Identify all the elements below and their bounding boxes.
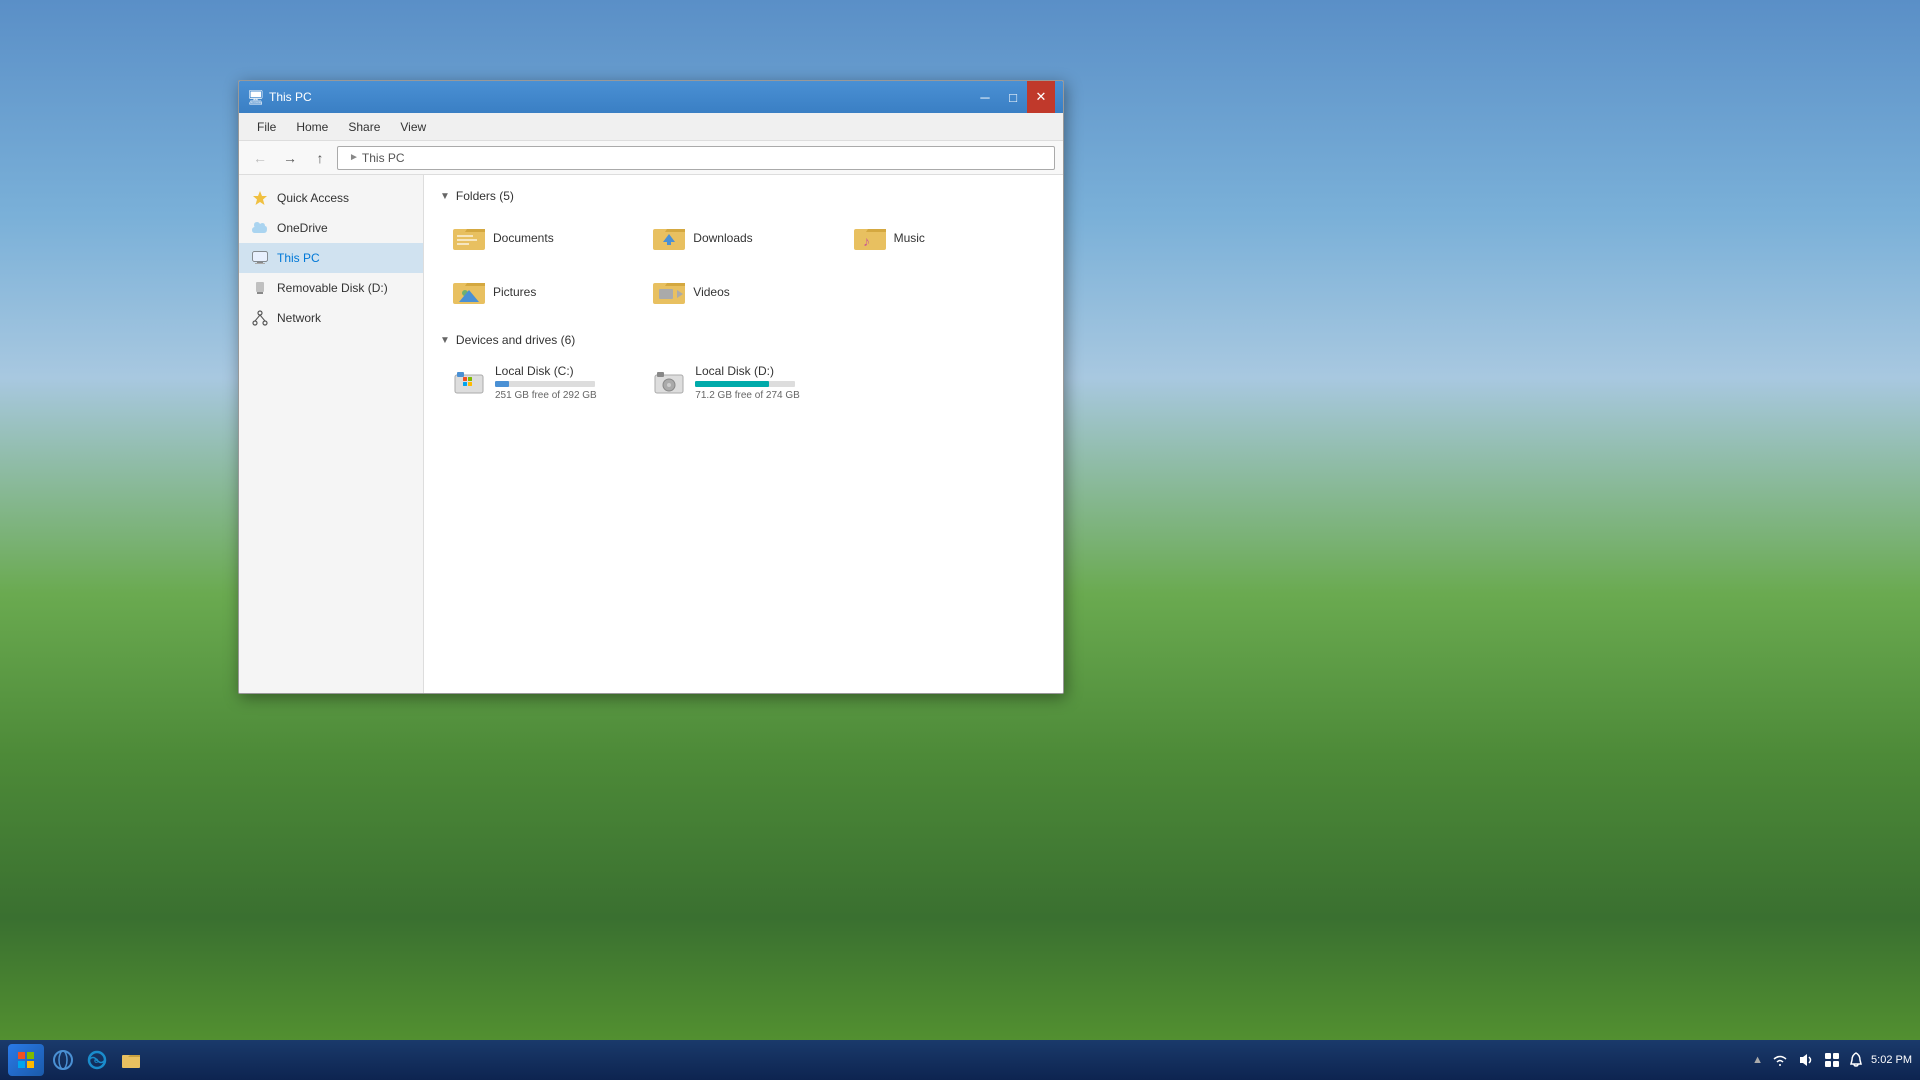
folders-section-header: ▼ Folders (5) bbox=[440, 189, 1047, 203]
folder-downloads[interactable]: Downloads bbox=[640, 213, 836, 263]
drive-d-info: Local Disk (D:) 71.2 GB free of 274 GB bbox=[695, 364, 800, 401]
drive-c-bar-wrap bbox=[495, 381, 595, 387]
drive-d-bar-wrap bbox=[695, 381, 795, 387]
up-button[interactable]: ↑ bbox=[307, 146, 333, 170]
drive-c-icon bbox=[451, 365, 487, 401]
videos-icon bbox=[651, 274, 687, 310]
sidebar-this-pc-label: This PC bbox=[277, 251, 320, 265]
pictures-icon bbox=[451, 274, 487, 310]
maximize-button[interactable]: □ bbox=[999, 81, 1027, 113]
documents-label: Documents bbox=[493, 231, 554, 245]
drives-grid: Local Disk (C:) 251 GB free of 292 GB bbox=[440, 357, 1047, 408]
taskbar: e ▲ 5:02 PM bbox=[0, 1040, 1920, 1080]
content-pane: ▼ Folders (5) Documents bbox=[424, 175, 1063, 693]
window-controls: ─ □ ✕ bbox=[971, 81, 1055, 113]
title-bar: 🖥 This PC ─ □ ✕ bbox=[239, 81, 1063, 113]
back-button[interactable]: ← bbox=[247, 146, 273, 170]
drive-c-space: 251 GB free of 292 GB bbox=[495, 390, 597, 401]
drives-section-title: Devices and drives (6) bbox=[456, 333, 575, 347]
folder-documents[interactable]: Documents bbox=[440, 213, 636, 263]
sidebar-item-quick-access[interactable]: Quick Access bbox=[239, 183, 423, 213]
drive-c-bar bbox=[495, 381, 509, 387]
sidebar-onedrive-label: OneDrive bbox=[277, 221, 328, 235]
minimize-button[interactable]: ─ bbox=[971, 81, 999, 113]
taskbar-clock[interactable]: 5:02 PM bbox=[1871, 1053, 1912, 1067]
monitor-icon bbox=[251, 249, 269, 267]
music-label: Music bbox=[894, 231, 925, 245]
taskbar-edge[interactable] bbox=[48, 1044, 78, 1076]
folder-grid: Documents Downloads bbox=[440, 213, 1047, 317]
tray-expand[interactable]: ▲ bbox=[1752, 1054, 1763, 1066]
volume-icon bbox=[1797, 1051, 1815, 1069]
sidebar-item-onedrive[interactable]: OneDrive bbox=[239, 213, 423, 243]
drive-c-name: Local Disk (C:) bbox=[495, 364, 597, 378]
file-explorer-window: 🖥 This PC ─ □ ✕ File Home Share View ← →… bbox=[238, 80, 1064, 694]
pictures-label: Pictures bbox=[493, 285, 536, 299]
downloads-label: Downloads bbox=[693, 231, 752, 245]
notification-icon bbox=[1849, 1051, 1863, 1069]
menu-view[interactable]: View bbox=[390, 116, 436, 138]
close-button[interactable]: ✕ bbox=[1027, 81, 1055, 113]
menu-home[interactable]: Home bbox=[286, 116, 338, 138]
sidebar-network-label: Network bbox=[277, 311, 321, 325]
drives-section-header: ▼ Devices and drives (6) bbox=[440, 333, 1047, 347]
taskbar-file-explorer[interactable] bbox=[116, 1044, 146, 1076]
sidebar-item-removable-disk[interactable]: Removable Disk (D:) bbox=[239, 273, 423, 303]
drive-d-space: 71.2 GB free of 274 GB bbox=[695, 390, 800, 401]
taskbar-system-tray: ▲ 5:02 PM bbox=[1752, 1051, 1912, 1069]
music-icon: ♪ bbox=[852, 220, 888, 256]
folder-music[interactable]: ♪ Music bbox=[841, 213, 1037, 263]
main-area: Quick Access OneDrive bbox=[239, 175, 1063, 693]
videos-label: Videos bbox=[693, 285, 729, 299]
star-icon bbox=[251, 189, 269, 207]
breadcrumb-thispc: This PC bbox=[362, 151, 405, 165]
svg-text:e: e bbox=[94, 1056, 99, 1065]
folders-section-title: Folders (5) bbox=[456, 189, 514, 203]
forward-button[interactable]: → bbox=[277, 146, 303, 170]
sidebar: Quick Access OneDrive bbox=[239, 175, 424, 693]
breadcrumb-arrow: ► bbox=[349, 152, 359, 163]
cloud-icon bbox=[251, 219, 269, 237]
address-bar: ← → ↑ ► This PC bbox=[239, 141, 1063, 175]
sidebar-item-this-pc[interactable]: This PC bbox=[239, 243, 423, 273]
usb-icon bbox=[251, 279, 269, 297]
folders-toggle[interactable]: ▼ bbox=[440, 191, 450, 202]
sidebar-item-network[interactable]: Network bbox=[239, 303, 423, 333]
address-path[interactable]: ► This PC bbox=[337, 146, 1055, 170]
drive-d-bar bbox=[695, 381, 769, 387]
drive-c-info: Local Disk (C:) 251 GB free of 292 GB bbox=[495, 364, 597, 401]
drives-toggle[interactable]: ▼ bbox=[440, 335, 450, 346]
menu-file[interactable]: File bbox=[247, 116, 286, 138]
start-button[interactable] bbox=[8, 1044, 44, 1076]
drive-d-icon bbox=[651, 365, 687, 401]
network-icon bbox=[251, 309, 269, 327]
taskbar-ie[interactable]: e bbox=[82, 1044, 112, 1076]
documents-icon bbox=[451, 220, 487, 256]
wifi-icon bbox=[1771, 1051, 1789, 1069]
svg-text:♪: ♪ bbox=[863, 233, 870, 249]
sidebar-removable-label: Removable Disk (D:) bbox=[277, 281, 388, 295]
sidebar-quick-access-label: Quick Access bbox=[277, 191, 349, 205]
window-title: This PC bbox=[269, 90, 965, 104]
folder-pictures[interactable]: Pictures bbox=[440, 267, 636, 317]
menu-bar: File Home Share View bbox=[239, 113, 1063, 141]
folder-videos[interactable]: Videos bbox=[640, 267, 836, 317]
window-icon: 🖥 bbox=[247, 89, 263, 105]
drive-d-item[interactable]: Local Disk (D:) 71.2 GB free of 274 GB bbox=[640, 357, 836, 408]
menu-share[interactable]: Share bbox=[338, 116, 390, 138]
grid-icon bbox=[1823, 1051, 1841, 1069]
drive-d-name: Local Disk (D:) bbox=[695, 364, 800, 378]
downloads-icon bbox=[651, 220, 687, 256]
drive-c-item[interactable]: Local Disk (C:) 251 GB free of 292 GB bbox=[440, 357, 636, 408]
